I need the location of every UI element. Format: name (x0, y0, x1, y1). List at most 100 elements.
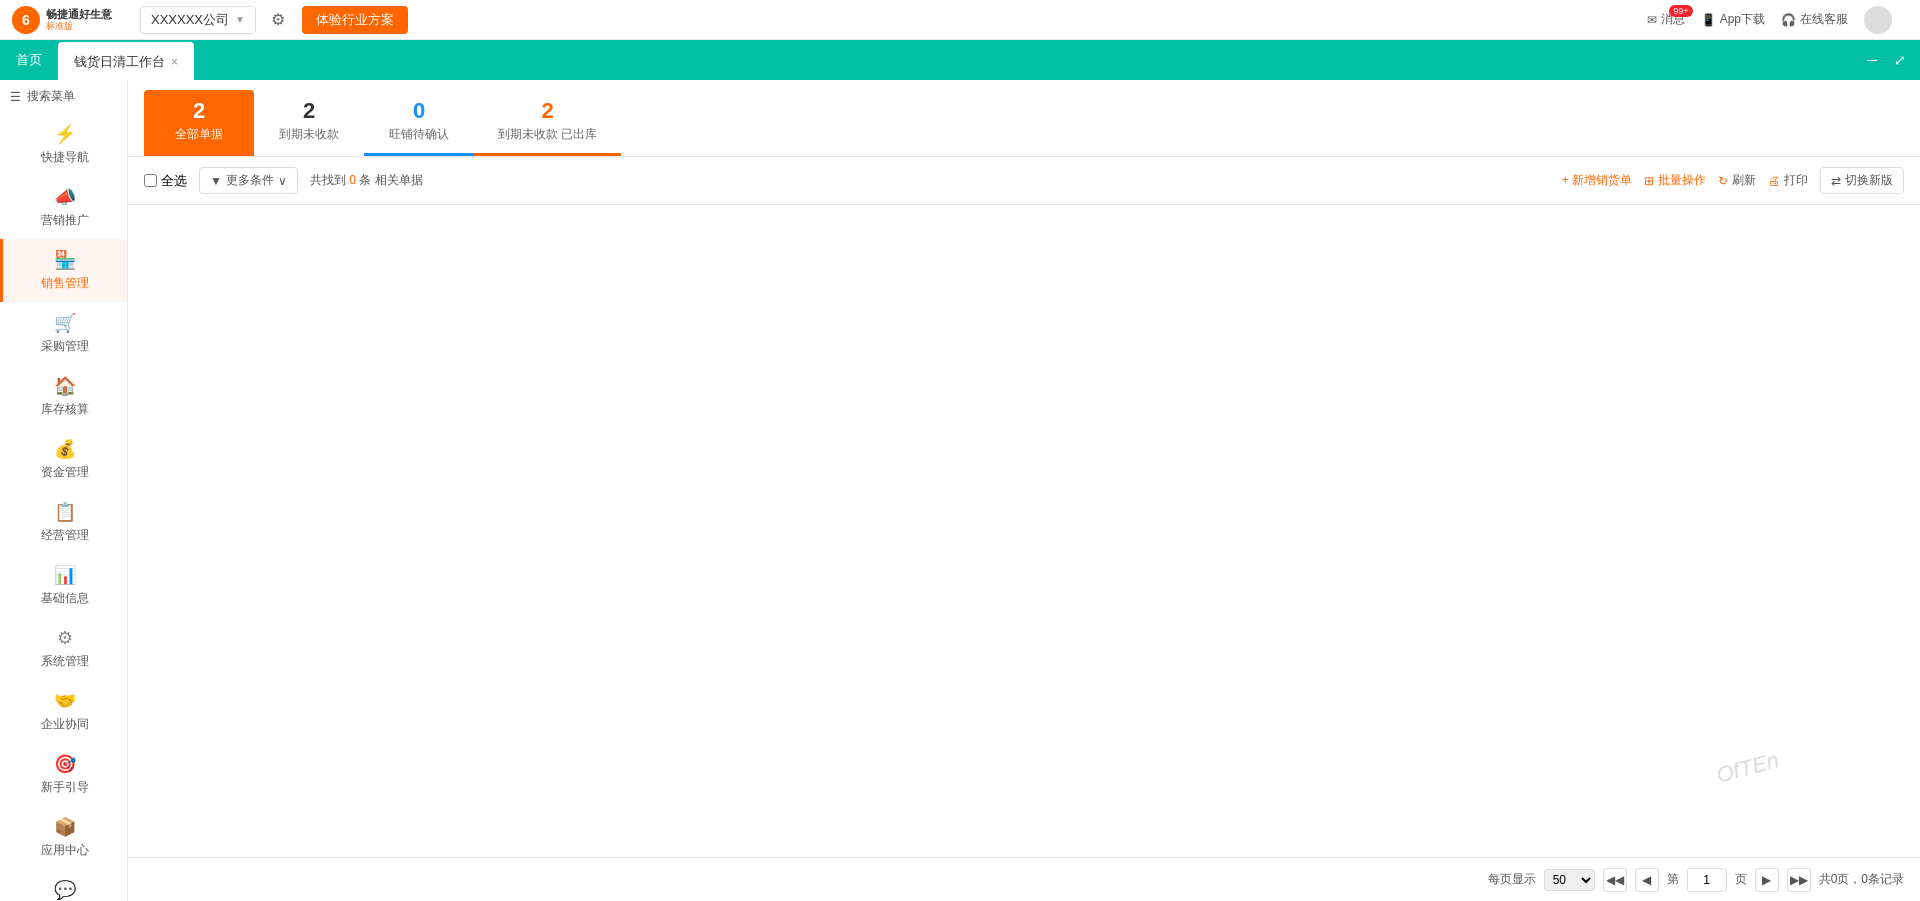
tab-bar-right: ─ ⤢ (1860, 48, 1920, 72)
switch-version-btn[interactable]: ⇄ 切换新版 (1820, 167, 1904, 194)
stats-tabs: 2 全部单据 2 到期未收款 0 旺铺待确认 2 到期未收款 已出库 (128, 80, 1920, 157)
checkbox-input[interactable] (144, 174, 157, 187)
marketing-icon: 📣 (54, 186, 76, 208)
prev-page-btn[interactable]: ◀ (1635, 868, 1659, 892)
found-unit: 条 (359, 173, 371, 187)
refresh-icon: ↻ (1718, 174, 1728, 188)
filter-icon: ▼ (210, 174, 222, 188)
sidebar-item-label: 应用中心 (41, 842, 89, 859)
sidebar-item-wechat[interactable]: 💬 企业微信 (0, 869, 127, 901)
refresh-btn[interactable]: ↻ 刷新 (1718, 172, 1756, 189)
toolbar: 全选 ▼ 更多条件 ∨ 共找到 0 条 相关单据 + 新增销货单 ⊞ 批量操作 (128, 157, 1920, 205)
stat-tab-all[interactable]: 2 全部单据 (144, 90, 254, 156)
table-area (128, 205, 1920, 857)
tab-minimize-btn[interactable]: ─ (1860, 48, 1884, 72)
online-service-btn[interactable]: 🎧 在线客服 (1781, 11, 1848, 28)
message-icon: ✉ (1647, 13, 1657, 27)
sidebar-item-label: 新手引导 (41, 779, 89, 796)
sidebar-item-inventory[interactable]: 🏠 库存核算 (0, 365, 127, 428)
batch-btn[interactable]: ⊞ 批量操作 (1644, 172, 1706, 189)
inventory-icon: 🏠 (54, 375, 76, 397)
top-header: 6 畅捷通好生意 标准版 XXXXXX公司 ▼ ⚙ 体验行业方案 ✉ 消息 99… (0, 0, 1920, 40)
filter-arrow-icon: ∨ (278, 174, 287, 188)
logo-sub: 标准版 (46, 21, 112, 32)
main-layout: ☰ 搜索菜单 ⚡ 快捷导航 📣 营销推广 🏪 销售管理 🛒 采购管理 🏠 库存核… (0, 80, 1920, 901)
next-page-btn[interactable]: ▶ (1755, 868, 1779, 892)
message-btn[interactable]: ✉ 消息 99+ (1647, 11, 1685, 28)
per-page-label: 每页显示 (1488, 871, 1536, 888)
tab-maximize-btn[interactable]: ⤢ (1888, 48, 1912, 72)
service-icon: 🎧 (1781, 13, 1796, 27)
sidebar-item-operation[interactable]: 📋 经营管理 (0, 491, 127, 554)
filter-btn[interactable]: ▼ 更多条件 ∨ (199, 167, 298, 194)
tab-home[interactable]: 首页 (0, 40, 58, 80)
download-icon: 📱 (1701, 13, 1716, 27)
sales-icon: 🏪 (54, 249, 76, 271)
sidebar-item-label: 销售管理 (41, 275, 89, 292)
sidebar-item-system[interactable]: ⚙ 系统管理 (0, 617, 127, 680)
sidebar-item-purchase[interactable]: 🛒 采购管理 (0, 302, 127, 365)
sidebar-item-quick-nav[interactable]: ⚡ 快捷导航 (0, 113, 127, 176)
page-input[interactable] (1687, 868, 1727, 892)
basic-icon: 📊 (54, 564, 76, 586)
settings-icon[interactable]: ⚙ (264, 6, 292, 34)
company-name: XXXXXX公司 (151, 11, 229, 29)
switch-label: 切换新版 (1845, 172, 1893, 189)
stat-tab-delivered[interactable]: 2 到期未收款 已出库 (474, 90, 621, 156)
stat-label-overdue: 到期未收款 (279, 126, 339, 143)
print-btn[interactable]: 🖨 打印 (1768, 172, 1808, 189)
sidebar-item-finance[interactable]: 💰 资金管理 (0, 428, 127, 491)
per-page-select[interactable]: 50 100 200 (1544, 869, 1595, 891)
found-count: 共找到 0 条 相关单据 (310, 172, 423, 189)
batch-label: 批量操作 (1658, 172, 1706, 189)
stat-number-delivered: 2 (542, 98, 554, 124)
refresh-label: 刷新 (1732, 172, 1756, 189)
system-icon: ⚙ (57, 627, 73, 649)
found-prefix: 共找到 (310, 173, 346, 187)
tab-active[interactable]: 钱货日清工作台 × (58, 42, 194, 82)
stat-label-all: 全部单据 (175, 126, 223, 143)
sidebar-item-basic[interactable]: 📊 基础信息 (0, 554, 127, 617)
select-all-label: 全选 (161, 172, 187, 190)
stat-tab-overdue[interactable]: 2 到期未收款 (254, 90, 364, 156)
try-btn[interactable]: 体验行业方案 (302, 6, 408, 34)
sidebar-item-guide[interactable]: 🎯 新手引导 (0, 743, 127, 806)
logo-icon: 6 (12, 6, 40, 34)
add-sale-btn[interactable]: + 新增销货单 (1562, 172, 1632, 189)
logo-text: 畅捷通好生意 标准版 (46, 8, 112, 32)
app-download-btn[interactable]: 📱 App下载 (1701, 11, 1765, 28)
header-right: ✉ 消息 99+ 📱 App下载 🎧 在线客服 (1647, 6, 1908, 34)
switch-icon: ⇄ (1831, 174, 1841, 188)
avatar[interactable] (1864, 6, 1892, 34)
tab-close-icon[interactable]: × (171, 55, 178, 69)
sidebar-item-enterprise[interactable]: 🤝 企业协同 (0, 680, 127, 743)
stat-label-delivered: 到期未收款 已出库 (498, 126, 597, 143)
sidebar-search[interactable]: ☰ 搜索菜单 (0, 80, 127, 113)
pagination: 每页显示 50 100 200 ◀◀ ◀ 第 页 ▶ ▶▶ 共0页，0条记录 (128, 857, 1920, 901)
sidebar: ☰ 搜索菜单 ⚡ 快捷导航 📣 营销推广 🏪 销售管理 🛒 采购管理 🏠 库存核… (0, 80, 128, 901)
stat-tab-pending[interactable]: 0 旺铺待确认 (364, 90, 474, 156)
operation-icon: 📋 (54, 501, 76, 523)
wechat-icon: 💬 (54, 879, 76, 901)
batch-icon: ⊞ (1644, 174, 1654, 188)
search-label: 搜索菜单 (27, 88, 75, 105)
first-page-btn[interactable]: ◀◀ (1603, 868, 1627, 892)
quick-nav-icon: ⚡ (54, 123, 76, 145)
finance-icon: 💰 (54, 438, 76, 460)
stat-number-pending: 0 (413, 98, 425, 124)
company-selector[interactable]: XXXXXX公司 ▼ (140, 6, 256, 34)
filter-label: 更多条件 (226, 172, 274, 189)
sidebar-item-marketing[interactable]: 📣 营销推广 (0, 176, 127, 239)
tab-label: 钱货日清工作台 (74, 53, 165, 71)
enterprise-icon: 🤝 (54, 690, 76, 712)
online-service-label: 在线客服 (1800, 11, 1848, 28)
logo-area: 6 畅捷通好生意 标准版 (12, 6, 140, 34)
sidebar-item-appstore[interactable]: 📦 应用中心 (0, 806, 127, 869)
sidebar-item-label: 快捷导航 (41, 149, 89, 166)
total-records: 共0页，0条记录 (1819, 871, 1904, 888)
sidebar-item-sales[interactable]: 🏪 销售管理 (0, 239, 127, 302)
select-all-checkbox[interactable]: 全选 (144, 172, 187, 190)
last-page-btn[interactable]: ▶▶ (1787, 868, 1811, 892)
sidebar-item-label: 库存核算 (41, 401, 89, 418)
appstore-icon: 📦 (54, 816, 76, 838)
